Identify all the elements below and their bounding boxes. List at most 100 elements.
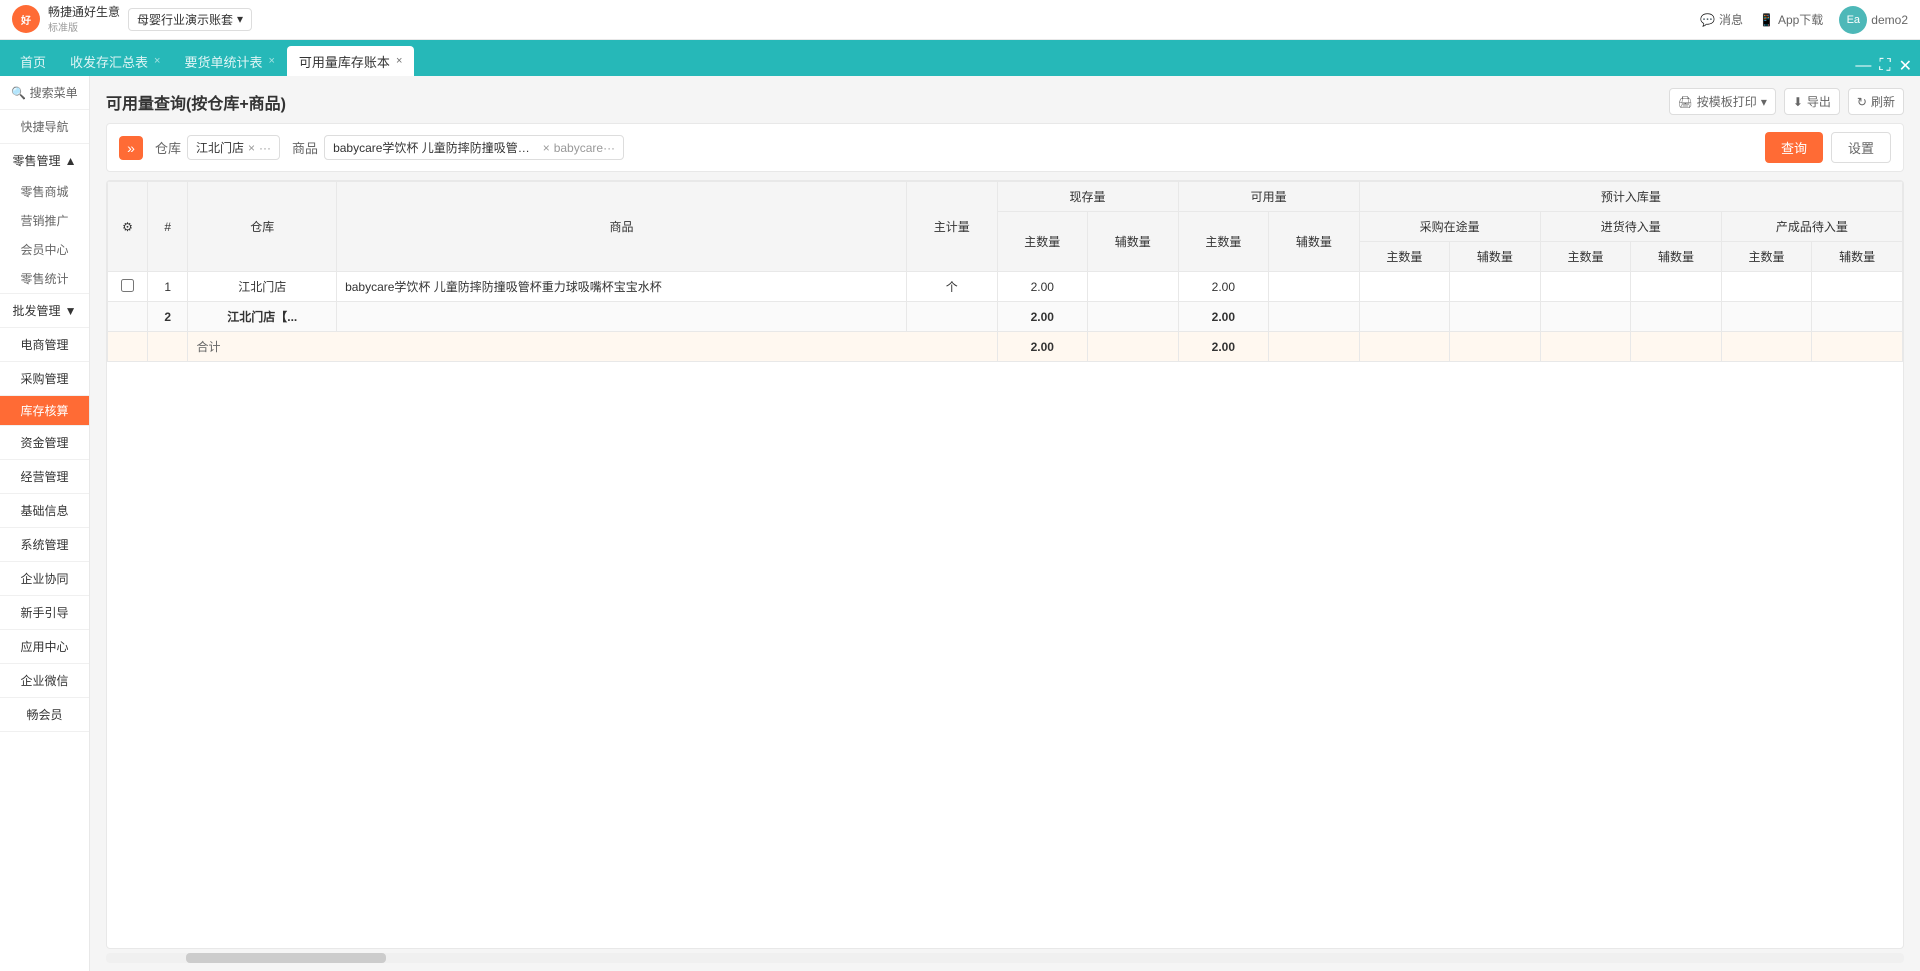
row1-prod-aux bbox=[1812, 272, 1903, 302]
window-maximize-button[interactable]: ⛶ bbox=[1879, 57, 1890, 75]
sidebar: 🔍 搜索菜单 快捷导航 零售管理 ▲ 零售商城 营销推广 会员中心 零售统计 bbox=[0, 76, 90, 971]
warehouse-more[interactable]: ··· bbox=[259, 141, 271, 155]
tenant-selector[interactable]: 母婴行业演示账套 ▾ bbox=[128, 8, 252, 31]
row2-current-main: 2.00 bbox=[997, 302, 1088, 332]
settings-button[interactable]: 设置 bbox=[1831, 132, 1891, 163]
template-print-button[interactable]: 🖨 按模板打印 ▾ bbox=[1669, 88, 1776, 115]
close-tab-order-stats[interactable]: × bbox=[268, 55, 274, 67]
sidebar-group-wholesale-title[interactable]: 批发管理 ▼ bbox=[0, 294, 89, 327]
window-minimize-button[interactable]: — bbox=[1855, 57, 1871, 75]
tab-bar: 首页 收发存汇总表 × 要货单统计表 × 可用量库存账本 × — ⛶ ✕ bbox=[0, 40, 1920, 76]
sidebar-item-inventory[interactable]: 库存核算 bbox=[0, 396, 89, 425]
sidebar-item-ecommerce[interactable]: 电商管理 bbox=[0, 328, 89, 361]
sidebar-item-member[interactable]: 畅会员 bbox=[0, 698, 89, 731]
sidebar-group-system: 系统管理 bbox=[0, 528, 89, 562]
table-row: 1 江北门店 babycare学饮杯 儿童防摔防撞吸管杯重力球吸嘴杯宝宝水杯 个… bbox=[108, 272, 1903, 302]
row1-pt-main bbox=[1359, 272, 1450, 302]
sidebar-group-inventory: 库存核算 bbox=[0, 396, 89, 426]
summary-pt-main bbox=[1359, 332, 1450, 362]
prod-aux-qty-header: 辅数量 bbox=[1812, 242, 1903, 272]
available-aux-qty-header: 辅数量 bbox=[1269, 212, 1360, 272]
horizontal-scrollbar[interactable] bbox=[106, 953, 1904, 963]
inventory-table: ⚙ # 仓库 商品 主计量 现存量 可用量 预计入库量 主数量 辅数量 主数量 … bbox=[107, 181, 1903, 362]
page-title: 可用量查询(按仓库+商品) bbox=[106, 90, 286, 114]
sidebar-group-enterprise: 企业协同 bbox=[0, 562, 89, 596]
window-close-button[interactable]: ✕ bbox=[1899, 56, 1912, 76]
message-button[interactable]: 💬 消息 bbox=[1700, 11, 1743, 28]
chevron-icon: ▲ bbox=[65, 154, 77, 168]
avatar: Ea bbox=[1839, 6, 1867, 34]
warehouse-close-icon[interactable]: × bbox=[248, 141, 255, 155]
no-column-header: # bbox=[148, 182, 188, 272]
current-aux-qty-header: 辅数量 bbox=[1088, 212, 1179, 272]
query-button[interactable]: 查询 bbox=[1765, 132, 1823, 163]
sidebar-group-wecom: 企业微信 bbox=[0, 664, 89, 698]
tab-order-stats[interactable]: 要货单统计表 × bbox=[172, 46, 286, 76]
table-header-row-1: ⚙ # 仓库 商品 主计量 现存量 可用量 预计入库量 bbox=[108, 182, 1903, 212]
sidebar-item-purchase[interactable]: 采购管理 bbox=[0, 362, 89, 395]
summary-pp-aux bbox=[1631, 332, 1722, 362]
refresh-button[interactable]: ↻ 刷新 bbox=[1848, 88, 1904, 115]
sidebar-item-finance[interactable]: 资金管理 bbox=[0, 426, 89, 459]
sidebar-item-system[interactable]: 系统管理 bbox=[0, 528, 89, 561]
filter-expand-button[interactable]: » bbox=[119, 136, 143, 160]
row1-checkbox[interactable] bbox=[108, 272, 148, 302]
product-close-icon[interactable]: × bbox=[543, 141, 550, 155]
product-column-header: 商品 bbox=[337, 182, 907, 272]
summary-checkbox bbox=[108, 332, 148, 362]
row2-pp-main bbox=[1540, 302, 1631, 332]
tab-home[interactable]: 首页 bbox=[8, 46, 58, 76]
row2-pt-main bbox=[1359, 302, 1450, 332]
sidebar-item-retail-store[interactable]: 零售商城 bbox=[0, 177, 89, 206]
production-pending-header: 产成品待入量 bbox=[1721, 212, 1902, 242]
sidebar-item-operations[interactable]: 经营管理 bbox=[0, 460, 89, 493]
row2-checkbox[interactable] bbox=[108, 302, 148, 332]
sidebar-group-ecommerce: 电商管理 bbox=[0, 328, 89, 362]
row2-current-aux bbox=[1088, 302, 1179, 332]
row2-pp-aux bbox=[1631, 302, 1722, 332]
sidebar-item-member-center[interactable]: 会员中心 bbox=[0, 235, 89, 264]
sidebar-item-newbie[interactable]: 新手引导 bbox=[0, 596, 89, 629]
row2-prod-aux bbox=[1812, 302, 1903, 332]
product-filter-value[interactable]: babycare学饮杯 儿童防摔防撞吸管杯重力球吸嘴杯宝宝水杯 × babyca… bbox=[324, 135, 624, 160]
pp-main-qty-header: 主数量 bbox=[1540, 242, 1631, 272]
app-logo-text: 畅捷通好生意 标准版 bbox=[48, 5, 120, 34]
sidebar-item-marketing[interactable]: 营销推广 bbox=[0, 206, 89, 235]
sidebar-search[interactable]: 🔍 搜索菜单 bbox=[0, 76, 89, 110]
app-download-button[interactable]: 📱 App下载 bbox=[1759, 11, 1823, 28]
tab-available-stock[interactable]: 可用量库存账本 × bbox=[287, 46, 414, 76]
export-button[interactable]: ⬇ 导出 bbox=[1784, 88, 1840, 115]
sidebar-item-wecom[interactable]: 企业微信 bbox=[0, 664, 89, 697]
row2-available-aux bbox=[1269, 302, 1360, 332]
row1-current-main: 2.00 bbox=[997, 272, 1088, 302]
product-filter: 商品 babycare学饮杯 儿童防摔防撞吸管杯重力球吸嘴杯宝宝水杯 × bab… bbox=[292, 135, 624, 160]
close-tab-available-stock[interactable]: × bbox=[396, 55, 402, 67]
sidebar-item-appstore[interactable]: 应用中心 bbox=[0, 630, 89, 663]
content-area: 可用量查询(按仓库+商品) 🖨 按模板打印 ▾ ⬇ 导出 ↻ 刷新 bbox=[90, 76, 1920, 971]
sidebar-item-enterprise[interactable]: 企业协同 bbox=[0, 562, 89, 595]
row1-prod-main bbox=[1721, 272, 1812, 302]
app-logo-icon: 好 bbox=[12, 5, 40, 33]
top-bar-left: 好 畅捷通好生意 标准版 母婴行业演示账套 ▾ bbox=[12, 5, 252, 34]
summary-label: 合计 bbox=[188, 332, 997, 362]
warehouse-filter: 仓库 江北门店 × ··· bbox=[155, 135, 280, 160]
settings-column-header[interactable]: ⚙ bbox=[108, 182, 148, 272]
summary-no bbox=[148, 332, 188, 362]
row2-warehouse: 江北门店【... bbox=[188, 302, 337, 332]
page-header: 可用量查询(按仓库+商品) 🖨 按模板打印 ▾ ⬇ 导出 ↻ 刷新 bbox=[90, 76, 1920, 123]
sidebar-item-retail-stats[interactable]: 零售统计 bbox=[0, 264, 89, 293]
sidebar-quick-nav[interactable]: 快捷导航 bbox=[0, 110, 89, 144]
scrollbar-thumb[interactable] bbox=[186, 953, 386, 963]
search-icon: 🔍 bbox=[11, 86, 26, 100]
available-main-qty-header: 主数量 bbox=[1178, 212, 1269, 272]
purchase-transit-header: 采购在途量 bbox=[1359, 212, 1540, 242]
sidebar-item-basic[interactable]: 基础信息 bbox=[0, 494, 89, 527]
product-more[interactable]: babycare··· bbox=[554, 141, 615, 155]
summary-row: 合计 2.00 2.00 bbox=[108, 332, 1903, 362]
warehouse-filter-value[interactable]: 江北门店 × ··· bbox=[187, 135, 280, 160]
close-tab-receive-summary[interactable]: × bbox=[154, 55, 160, 67]
tab-receive-summary[interactable]: 收发存汇总表 × bbox=[58, 46, 172, 76]
sidebar-group-retail-title[interactable]: 零售管理 ▲ bbox=[0, 144, 89, 177]
table-row: 2 江北门店【... 2.00 2.00 bbox=[108, 302, 1903, 332]
user-profile[interactable]: Ea demo2 bbox=[1839, 6, 1908, 34]
